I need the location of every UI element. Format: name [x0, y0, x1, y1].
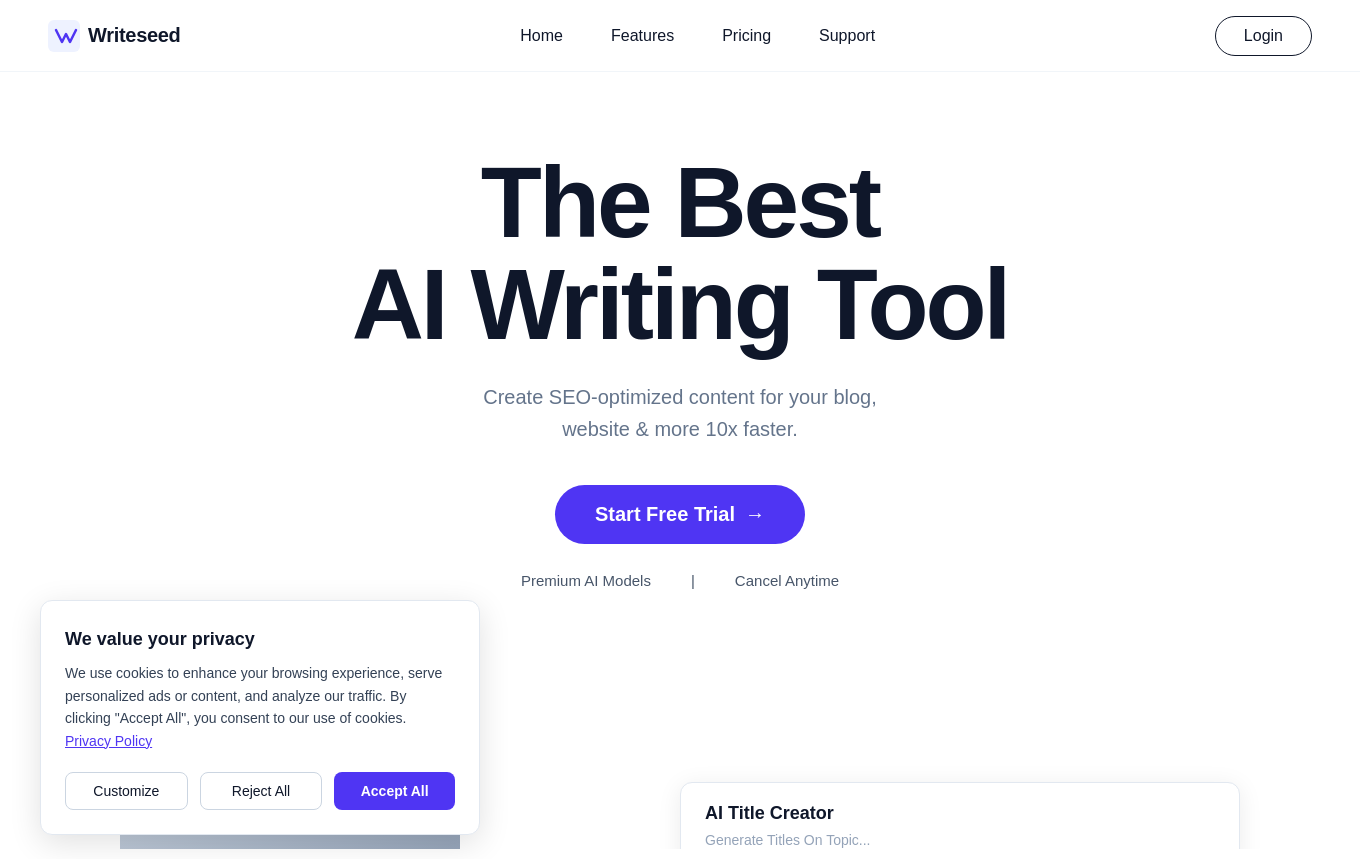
hero-cta-area: Start Free Trial →: [48, 485, 1312, 544]
privacy-policy-link[interactable]: Privacy Policy: [65, 733, 152, 749]
nav-home[interactable]: Home: [520, 27, 563, 44]
feature-divider: |: [691, 572, 695, 589]
accept-all-button[interactable]: Accept All: [334, 772, 455, 810]
hero-features: Premium AI Models | Cancel Anytime: [48, 572, 1312, 589]
nav-features[interactable]: Features: [611, 27, 674, 44]
logo[interactable]: Writeseed: [48, 20, 181, 52]
hero-subtitle-line2: website & more 10x faster.: [562, 418, 798, 440]
hero-title-line2: AI Writing Tool: [48, 252, 1312, 357]
hero-section: The Best AI Writing Tool Create SEO-opti…: [0, 72, 1360, 649]
nav-links: Home Features Pricing Support: [520, 27, 875, 45]
cookie-banner: We value your privacy We use cookies to …: [40, 600, 480, 835]
feature-cancel: Cancel Anytime: [735, 572, 839, 589]
hero-title-line1: The Best: [48, 152, 1312, 252]
hero-title: The Best AI Writing Tool: [48, 152, 1312, 357]
cookie-body: We use cookies to enhance your browsing …: [65, 662, 455, 752]
cookie-body-text: We use cookies to enhance your browsing …: [65, 665, 442, 726]
preview-card-title: AI Title Creator: [705, 803, 1215, 824]
feature-premium-ai: Premium AI Models: [521, 572, 651, 589]
preview-card-subtitle: Generate Titles On Topic...: [705, 832, 1215, 848]
hero-subtitle-line1: Create SEO-optimized content for your bl…: [483, 386, 877, 408]
navbar: Writeseed Home Features Pricing Support …: [0, 0, 1360, 72]
ai-title-creator-card: AI Title Creator Generate Titles On Topi…: [680, 782, 1240, 849]
nav-support[interactable]: Support: [819, 27, 875, 44]
hero-subtitle: Create SEO-optimized content for your bl…: [48, 381, 1312, 445]
cookie-buttons: Customize Reject All Accept All: [65, 772, 455, 810]
login-button[interactable]: Login: [1215, 16, 1312, 56]
arrow-icon: →: [745, 503, 765, 526]
reject-all-button[interactable]: Reject All: [200, 772, 323, 810]
writeseed-logo-icon: [48, 20, 80, 52]
cookie-title: We value your privacy: [65, 629, 455, 650]
start-trial-button[interactable]: Start Free Trial →: [555, 485, 805, 544]
customize-button[interactable]: Customize: [65, 772, 188, 810]
nav-pricing[interactable]: Pricing: [722, 27, 771, 44]
brand-name: Writeseed: [88, 24, 181, 47]
start-trial-label: Start Free Trial: [595, 503, 735, 526]
